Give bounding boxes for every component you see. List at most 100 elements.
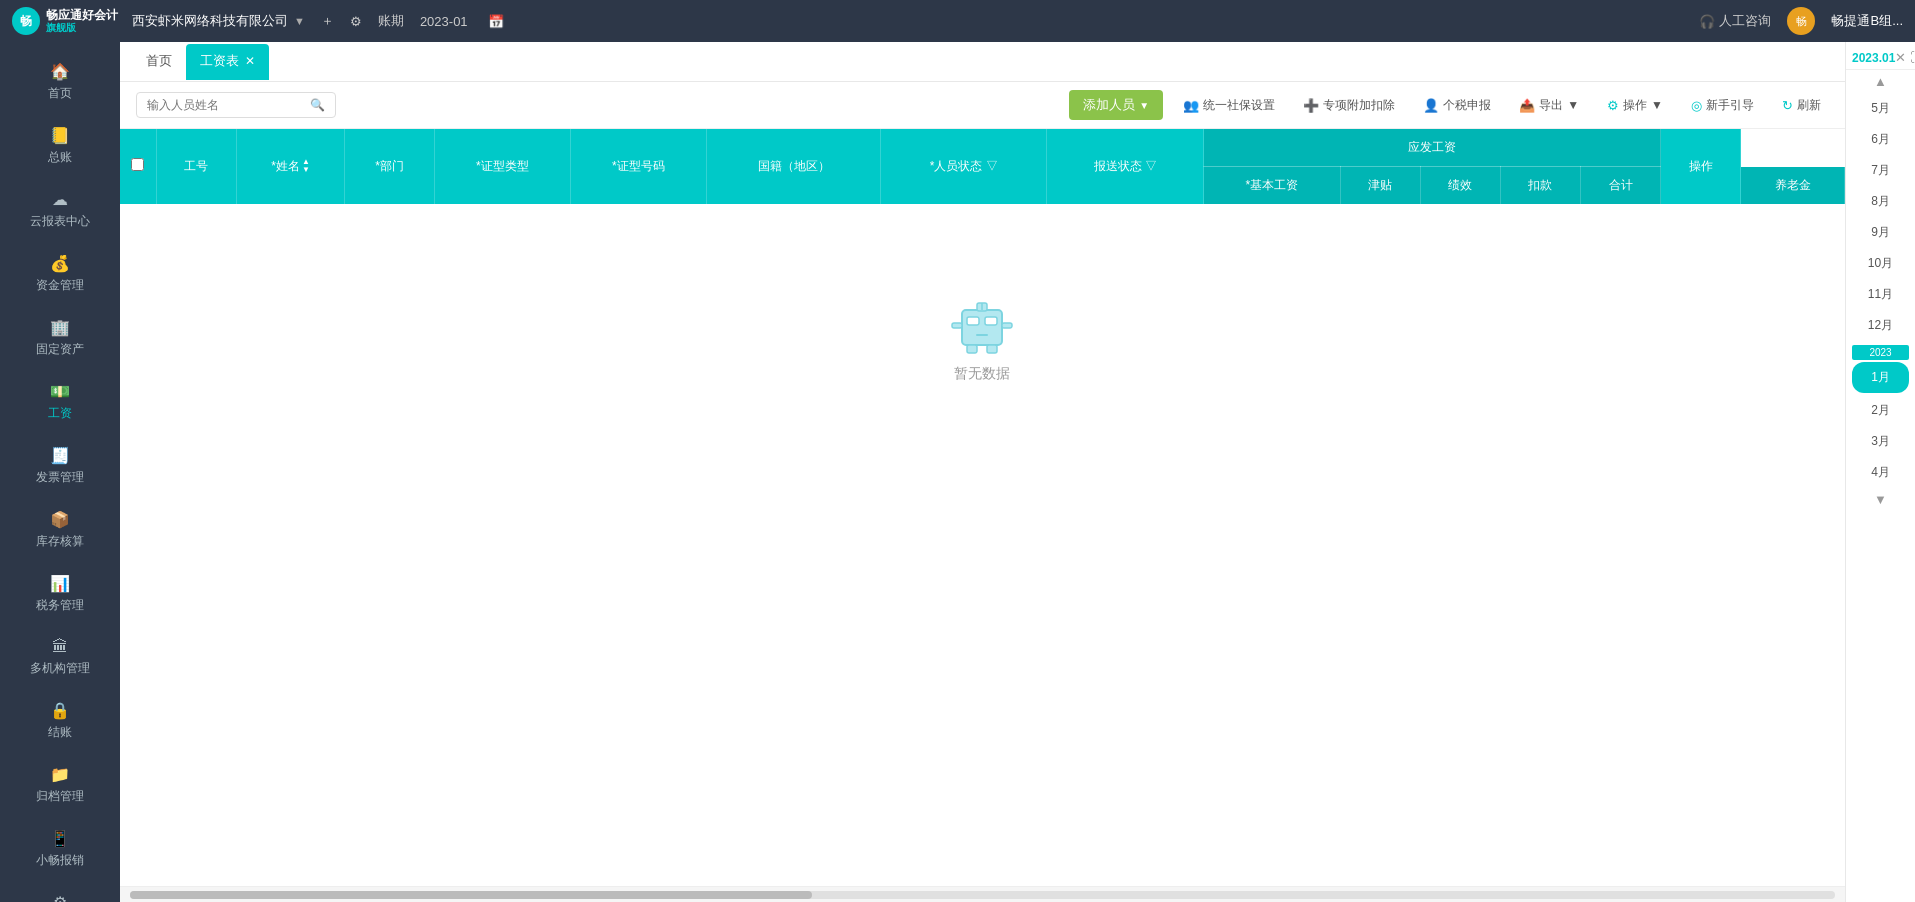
top-right: 🎧 人工咨询 畅 畅提通B组... (1699, 7, 1903, 35)
month-2022-12[interactable]: 12月 (1846, 310, 1915, 341)
logo-area: 畅 畅应通好会计 旗舰版 (12, 7, 132, 35)
guide-action-icon: ◎ (1691, 98, 1702, 113)
sidebar-label-ledger: 总账 (48, 149, 72, 166)
empty-text: 暂无数据 (954, 365, 1010, 383)
export-arrow-icon: ▼ (1567, 98, 1579, 112)
select-all-checkbox[interactable] (131, 158, 144, 171)
month-2023-2[interactable]: 2月 (1846, 395, 1915, 426)
sidebar-item-settings[interactable]: ⚙ 基础设置 (6, 883, 114, 902)
payroll-table: 工号 *姓名 ▲▼ *部门 *证型类型 *证型号码 国籍（地区） *人员状 (120, 129, 1845, 463)
search-box[interactable]: 🔍 (136, 92, 336, 118)
month-2023-3[interactable]: 3月 (1846, 426, 1915, 457)
sidebar-item-expense[interactable]: 📱 小畅报销 (6, 819, 114, 879)
sidebar-item-tax[interactable]: 📊 税务管理 (6, 564, 114, 624)
th-allowance: 津贴 (1340, 167, 1420, 205)
operations-btn[interactable]: ⚙ 操作 ▼ (1599, 93, 1671, 118)
month-2023-1[interactable]: 1月 (1852, 362, 1909, 393)
toolbar: 🔍 添加人员 ▼ 👥 统一社保设置 ➕ 专项附加扣除 👤 个税申报 📤 导出 (120, 82, 1845, 129)
sidebar-item-multi-org[interactable]: 🏛 多机构管理 (6, 628, 114, 687)
right-date-panel: 2023.01 ✕ ⛶ ▲ 5月 6月 7月 8月 9月 10月 11月 12月… (1845, 42, 1915, 902)
sidebar-label-expense: 小畅报销 (36, 852, 84, 869)
sidebar-item-close-accounts[interactable]: 🔒 结账 (6, 691, 114, 751)
add-person-button[interactable]: 添加人员 ▼ (1069, 90, 1163, 120)
tax-report-label: 个税申报 (1443, 97, 1491, 114)
tab-bar: 首页 工资表 ✕ (120, 42, 1845, 82)
assets-icon: 🏢 (50, 318, 70, 337)
export-btn[interactable]: 📤 导出 ▼ (1511, 93, 1587, 118)
month-2022-9[interactable]: 9月 (1846, 217, 1915, 248)
month-2022-10[interactable]: 10月 (1846, 248, 1915, 279)
month-2022-11[interactable]: 11月 (1846, 279, 1915, 310)
th-report-status[interactable]: 报送状态 ▽ (1047, 129, 1204, 204)
settings-icon[interactable]: ⚙ (350, 14, 362, 29)
sidebar-item-home[interactable]: 🏠 首页 (6, 52, 114, 112)
sidebar-item-inventory[interactable]: 📦 库存核算 (6, 500, 114, 560)
refresh-icon: ↻ (1782, 98, 1793, 113)
social-icon: 👥 (1183, 98, 1199, 113)
sidebar-item-ledger[interactable]: 📒 总账 (6, 116, 114, 176)
sidebar-item-archive[interactable]: 📁 归档管理 (6, 755, 114, 815)
sidebar-item-payroll[interactable]: 💵 工资 (6, 372, 114, 432)
user-name[interactable]: 畅提通B组... (1831, 12, 1903, 30)
sidebar-item-cloud-report[interactable]: ☁ 云报表中心 (6, 180, 114, 240)
tab-close-icon[interactable]: ✕ (245, 54, 255, 68)
export-icon: 📤 (1519, 98, 1535, 113)
th-name[interactable]: *姓名 ▲▼ (236, 129, 345, 204)
period-value: 2023-01 (420, 14, 468, 29)
sidebar-item-funds[interactable]: 💰 资金管理 (6, 244, 114, 304)
calendar-icon[interactable]: 📅 (488, 14, 504, 29)
social-security-btn[interactable]: 👥 统一社保设置 (1175, 93, 1283, 118)
tab-payroll-label: 工资表 (200, 52, 239, 70)
help-button[interactable]: 🎧 人工咨询 (1699, 12, 1771, 30)
sidebar-label-home: 首页 (48, 85, 72, 102)
panel-expand-icon[interactable]: ⛶ (1910, 50, 1915, 65)
tab-home[interactable]: 首页 (132, 44, 186, 80)
empty-cell: 暂无数据 (120, 204, 1845, 463)
app-name: 畅应通好会计 (46, 8, 118, 22)
svg-rect-0 (962, 310, 1002, 345)
sidebar-label-invoice: 发票管理 (36, 469, 84, 486)
year-2023-badge: 2023 (1852, 345, 1909, 360)
th-id-type: *证型类型 (434, 129, 570, 204)
panel-up-nav[interactable]: ▲ (1846, 70, 1915, 93)
empty-state: 暂无数据 (120, 205, 1845, 463)
scroll-bar-area[interactable] (120, 886, 1845, 902)
th-job-number: 工号 (156, 129, 236, 204)
panel-down-nav[interactable]: ▼ (1846, 488, 1915, 511)
name-sort-icon: ▲▼ (302, 158, 310, 174)
invoice-icon: 🧾 (50, 446, 70, 465)
sidebar-item-assets[interactable]: 🏢 固定资产 (6, 308, 114, 368)
tax-report-btn[interactable]: 👤 个税申报 (1415, 93, 1499, 118)
tax-report-icon: 👤 (1423, 98, 1439, 113)
home-icon: 🏠 (50, 62, 70, 81)
panel-close-icon[interactable]: ✕ (1895, 50, 1906, 65)
month-2022-7[interactable]: 7月 (1846, 155, 1915, 186)
th-checkbox[interactable] (120, 129, 156, 204)
company-selector[interactable]: 西安虾米网络科技有限公司 ▼ (132, 12, 305, 30)
svg-rect-8 (967, 345, 977, 353)
sidebar-label-funds: 资金管理 (36, 277, 84, 294)
th-pension: 养老金 (1741, 167, 1845, 205)
top-header: 畅 畅应通好会计 旗舰版 西安虾米网络科技有限公司 ▼ ＋ ⚙ 账期 2023-… (0, 0, 1915, 42)
sidebar-item-invoice[interactable]: 🧾 发票管理 (6, 436, 114, 496)
scroll-thumb[interactable] (130, 891, 812, 899)
month-2022-5[interactable]: 5月 (1846, 93, 1915, 124)
sidebar-label-org: 多机构管理 (30, 660, 90, 677)
month-2022-6[interactable]: 6月 (1846, 124, 1915, 155)
guide-btn[interactable]: ◎ 新手引导 (1683, 93, 1762, 118)
add-company-btn[interactable]: ＋ (321, 12, 334, 30)
search-input[interactable] (147, 98, 304, 112)
scroll-track[interactable] (130, 891, 1835, 899)
th-status[interactable]: *人员状态 ▽ (881, 129, 1047, 204)
refresh-btn[interactable]: ↻ 刷新 (1774, 93, 1829, 118)
th-deduction: 扣款 (1500, 167, 1580, 205)
special-deduction-btn[interactable]: ➕ 专项附加扣除 (1295, 93, 1403, 118)
sidebar-label-payroll: 工资 (48, 405, 72, 422)
headset-icon: 🎧 (1699, 14, 1715, 29)
month-2022-8[interactable]: 8月 (1846, 186, 1915, 217)
th-total: 合计 (1580, 167, 1660, 205)
month-2023-4[interactable]: 4月 (1846, 457, 1915, 488)
tab-payroll[interactable]: 工资表 ✕ (186, 44, 269, 80)
content-area: 首页 工资表 ✕ 🔍 添加人员 ▼ 👥 统一社保设置 ➕ (120, 42, 1845, 902)
ops-arrow-icon: ▼ (1651, 98, 1663, 112)
